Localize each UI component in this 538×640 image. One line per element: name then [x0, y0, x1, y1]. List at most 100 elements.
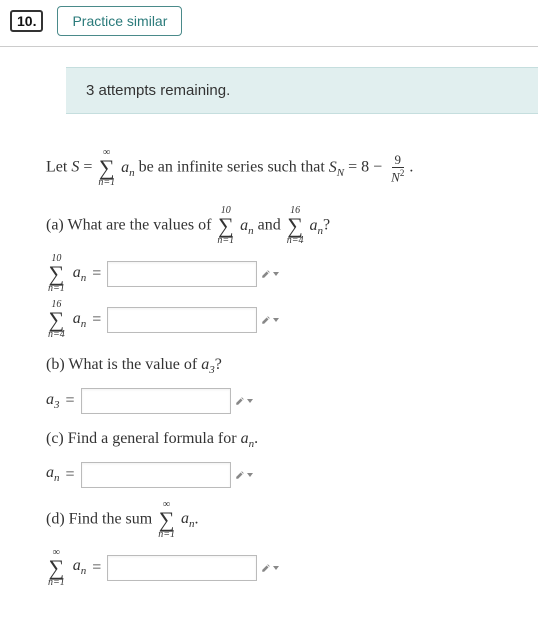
equals: =: [66, 466, 75, 484]
sigma-icon: 16 ∑ n=4: [48, 300, 65, 340]
sigma-icon: 10 ∑ n=1: [217, 206, 234, 246]
sum-lower: n=4: [287, 236, 304, 246]
an: an: [46, 464, 60, 484]
pencil-icon[interactable]: [261, 311, 279, 329]
part-d-question: (d) Find the sum ∞ ∑ n=1 an.: [46, 500, 528, 540]
sup: 2: [400, 168, 405, 178]
text: a: [46, 464, 54, 481]
equals: =: [66, 392, 75, 410]
text: a: [117, 159, 129, 176]
part-d-answer: ∞ ∑ n=1 an =: [46, 548, 528, 588]
text: .: [254, 430, 258, 447]
sum-lower: n=1: [48, 284, 65, 294]
part-a-question: (a) What are the values of 10 ∑ n=1 an a…: [46, 206, 528, 246]
part-b-answer: a3 =: [46, 388, 528, 414]
sigma-symbol: ∑: [49, 310, 65, 330]
sigma-icon: 16 ∑ n=4: [287, 206, 304, 246]
answer-input-a1[interactable]: [107, 261, 257, 287]
answer-input-c[interactable]: [81, 462, 231, 488]
text: .: [194, 510, 198, 527]
text: N: [391, 169, 400, 184]
SN: SN: [329, 159, 344, 176]
intro-line: Let S = ∞ ∑ n=1 an be an infinite series…: [46, 148, 528, 188]
text: a: [310, 217, 318, 234]
text: a: [241, 430, 249, 447]
part-b-question: (b) What is the value of a3?: [46, 352, 528, 380]
an: an: [73, 557, 87, 577]
text: a: [73, 310, 81, 327]
an: an: [241, 430, 255, 447]
text: S: [329, 159, 337, 176]
answer-input-b[interactable]: [81, 388, 231, 414]
sum-lower: n=1: [48, 578, 65, 588]
sum-lower: n=1: [158, 530, 175, 540]
problem-area: 3 attempts remaining. Let S = ∞ ∑ n=1 an…: [0, 47, 538, 588]
sigma-symbol: ∑: [99, 158, 115, 178]
numerator: 9: [392, 153, 405, 168]
text: = 8 −: [344, 159, 386, 176]
text: a: [46, 391, 54, 408]
sub: n: [81, 566, 87, 578]
text: (c) Find a general formula for: [46, 430, 241, 447]
sigma-symbol: ∑: [49, 264, 65, 284]
sigma-icon: ∞ ∑ n=1: [158, 500, 175, 540]
sigma-symbol: ∑: [49, 558, 65, 578]
sigma-icon: ∞ ∑ n=1: [98, 148, 115, 188]
answer-input-a2[interactable]: [107, 307, 257, 333]
practice-similar-button[interactable]: Practice similar: [57, 6, 182, 36]
part-a-answer-1: 10 ∑ n=1 an =: [46, 254, 528, 294]
equals: =: [92, 265, 101, 283]
text: ?: [215, 356, 222, 373]
text: (b) What is the value of: [46, 356, 201, 373]
sub: n: [81, 318, 87, 330]
pencil-icon[interactable]: [235, 466, 253, 484]
pencil-icon[interactable]: [261, 265, 279, 283]
fraction: 9 N2: [388, 153, 407, 183]
text: =: [79, 159, 96, 176]
text: (d) Find the sum: [46, 510, 156, 527]
sum-lower: n=4: [48, 330, 65, 340]
sigma-symbol: ∑: [218, 216, 234, 236]
an: an: [181, 510, 195, 527]
attempts-banner: 3 attempts remaining.: [66, 67, 538, 114]
part-c-question: (c) Find a general formula for an.: [46, 426, 528, 454]
text: ?: [323, 217, 330, 234]
text: be an infinite series such that: [135, 159, 329, 176]
text: a: [181, 510, 189, 527]
text: Let: [46, 159, 71, 176]
text: a: [73, 557, 81, 574]
sub: n: [54, 473, 60, 485]
equals: =: [92, 311, 101, 329]
caret-down-icon: [273, 566, 279, 570]
sum-lower: n=1: [217, 236, 234, 246]
caret-down-icon: [273, 318, 279, 322]
caret-down-icon: [247, 399, 253, 403]
an: an: [73, 310, 87, 330]
an: an: [310, 217, 324, 234]
a3: a3: [201, 356, 215, 373]
part-a-answer-2: 16 ∑ n=4 an =: [46, 300, 528, 340]
part-c-answer: an =: [46, 462, 528, 488]
sigma-icon: ∞ ∑ n=1: [48, 548, 65, 588]
problem-content: Let S = ∞ ∑ n=1 an be an infinite series…: [46, 148, 538, 588]
sub: 3: [54, 399, 60, 411]
sub: n: [81, 272, 87, 284]
question-number: 10.: [10, 10, 43, 32]
sigma-symbol: ∑: [159, 510, 175, 530]
an: an: [117, 159, 135, 176]
denominator: N2: [388, 168, 407, 183]
an: an: [73, 264, 87, 284]
caret-down-icon: [273, 272, 279, 276]
text: (a) What are the values of: [46, 217, 215, 234]
sigma-symbol: ∑: [287, 216, 303, 236]
sum-lower: n=1: [98, 178, 115, 188]
answer-input-d[interactable]: [107, 555, 257, 581]
text: .: [409, 159, 413, 176]
pencil-icon[interactable]: [235, 392, 253, 410]
caret-down-icon: [247, 473, 253, 477]
top-bar: 10. Practice similar: [0, 0, 538, 47]
equals: =: [92, 559, 101, 577]
pencil-icon[interactable]: [261, 559, 279, 577]
sigma-icon: 10 ∑ n=1: [48, 254, 65, 294]
an: an: [240, 217, 254, 234]
